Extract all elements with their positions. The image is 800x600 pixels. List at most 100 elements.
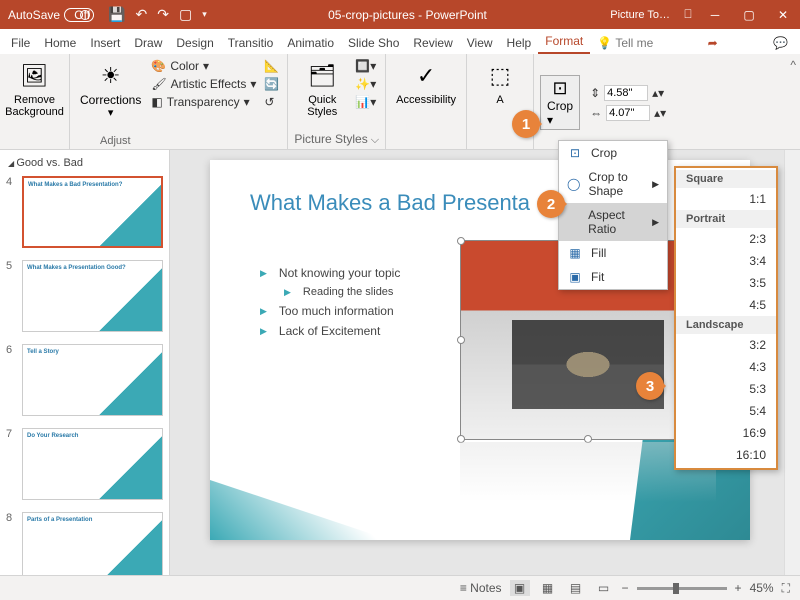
normal-view-icon[interactable]: ▣ bbox=[510, 580, 530, 596]
corrections-button[interactable]: ☀ Corrections▾ bbox=[76, 58, 145, 121]
contextual-tab-label[interactable]: Picture To… bbox=[602, 6, 678, 24]
menu-crop[interactable]: ⊡Crop bbox=[559, 141, 667, 165]
menu-crop-to-shape[interactable]: ◯Crop to Shape▶ bbox=[559, 165, 667, 203]
crop-dropdown-menu: ⊡Crop ◯Crop to Shape▶ Aspect Ratio▶ ▦Fil… bbox=[558, 140, 668, 290]
thumbnail-6[interactable]: 6Tell a Story bbox=[6, 344, 163, 416]
aspect-16-10[interactable]: 16:10 bbox=[676, 444, 776, 466]
redo-icon[interactable]: ↷ bbox=[157, 6, 169, 23]
menu-fit[interactable]: ▣Fit bbox=[559, 265, 667, 289]
aspect-16-9[interactable]: 16:9 bbox=[676, 422, 776, 444]
aspect-1-1[interactable]: 1:1 bbox=[676, 188, 776, 210]
tab-insert[interactable]: Insert bbox=[83, 32, 127, 54]
reading-view-icon[interactable]: ▤ bbox=[566, 580, 586, 596]
slide-thumbnails-pane[interactable]: Good vs. Bad 4What Makes a Bad Presentat… bbox=[0, 150, 170, 575]
document-title: 05-crop-pictures - PowerPoint bbox=[213, 8, 603, 22]
autosave-toggle[interactable]: AutoSave Off bbox=[0, 8, 102, 22]
resize-handle[interactable] bbox=[457, 336, 465, 344]
collapse-ribbon-icon[interactable]: ^ bbox=[790, 58, 796, 72]
start-show-icon[interactable]: ▢ bbox=[179, 6, 192, 23]
close-button[interactable]: ✕ bbox=[766, 0, 800, 29]
thumbnail-8[interactable]: 8Parts of a Presentation bbox=[6, 512, 163, 575]
aspect-3-5[interactable]: 3:5 bbox=[676, 272, 776, 294]
tab-format[interactable]: Format bbox=[538, 30, 590, 54]
zoom-level[interactable]: 45% bbox=[750, 581, 774, 595]
thumbnail-7[interactable]: 7Do Your Research bbox=[6, 428, 163, 500]
tab-review[interactable]: Review bbox=[406, 32, 459, 54]
group-label-picture-styles: Picture Styles ⌵ bbox=[294, 132, 379, 147]
height-icon: ⇕ bbox=[590, 86, 600, 100]
aspect-3-4[interactable]: 3:4 bbox=[676, 250, 776, 272]
slide-title[interactable]: What Makes a Bad Presenta bbox=[250, 190, 530, 216]
ribbon-options-icon[interactable]: ⎕ bbox=[678, 7, 698, 22]
minimize-button[interactable]: ─ bbox=[698, 0, 732, 29]
aspect-4-3[interactable]: 4:3 bbox=[676, 356, 776, 378]
compress-icon[interactable]: 📐 bbox=[262, 58, 281, 74]
quick-styles-button[interactable]: 🗂 Quick Styles bbox=[295, 58, 349, 120]
arrange-button[interactable]: ⬚ A bbox=[473, 58, 527, 108]
aspect-5-3[interactable]: 5:3 bbox=[676, 378, 776, 400]
status-bar: ≡ Notes ▣ ▦ ▤ ▭ − + 45% ⛶ bbox=[0, 575, 800, 600]
save-icon[interactable]: 💾 bbox=[108, 6, 125, 23]
tab-transitions[interactable]: Transitio bbox=[221, 32, 281, 54]
tell-me-search[interactable]: 💡 Tell me bbox=[590, 32, 660, 54]
thumbnail-4[interactable]: 4What Makes a Bad Presentation? bbox=[6, 176, 163, 248]
comments-button[interactable]: 💬 bbox=[765, 32, 796, 54]
corrections-icon: ☀ bbox=[95, 60, 127, 92]
crop-icon: ⊡ bbox=[567, 146, 583, 160]
window-controls: ─ ▢ ✕ bbox=[698, 0, 800, 29]
slide: What Makes a Bad Presenta Not knowing yo… bbox=[210, 160, 750, 540]
vertical-scrollbar[interactable] bbox=[784, 150, 800, 575]
quick-styles-icon: 🗂 bbox=[306, 60, 338, 92]
menu-fill[interactable]: ▦Fill bbox=[559, 241, 667, 265]
accessibility-button[interactable]: ✓ Accessibility bbox=[392, 58, 460, 108]
submenu-header-portrait: Portrait bbox=[676, 210, 776, 228]
section-header[interactable]: Good vs. Bad bbox=[0, 154, 169, 172]
artistic-effects-button[interactable]: 🖌Artistic Effects ▾ bbox=[149, 76, 258, 92]
tab-file[interactable]: File bbox=[4, 32, 37, 54]
fill-icon: ▦ bbox=[567, 246, 583, 260]
tab-help[interactable]: Help bbox=[500, 32, 539, 54]
tab-view[interactable]: View bbox=[460, 32, 500, 54]
color-icon: 🎨 bbox=[151, 59, 166, 73]
sorter-view-icon[interactable]: ▦ bbox=[538, 580, 558, 596]
slideshow-view-icon[interactable]: ▭ bbox=[594, 580, 614, 596]
picture-effects-icon[interactable]: ✨▾ bbox=[353, 76, 378, 92]
bullet-item: Not knowing your topic bbox=[260, 266, 400, 280]
color-button[interactable]: 🎨Color ▾ bbox=[149, 58, 258, 74]
remove-background-button[interactable]: 🖼 Remove Background bbox=[1, 58, 68, 120]
fit-window-icon[interactable]: ⛶ bbox=[782, 581, 790, 596]
resize-handle[interactable] bbox=[457, 237, 465, 245]
submenu-header-landscape: Landscape bbox=[676, 316, 776, 334]
width-input[interactable]: ⇔▴▾ bbox=[588, 104, 668, 122]
height-input[interactable]: ⇕▴▾ bbox=[588, 84, 668, 102]
aspect-2-3[interactable]: 2:3 bbox=[676, 228, 776, 250]
transparency-button[interactable]: ◧Transparency ▾ bbox=[149, 94, 258, 110]
notes-button[interactable]: ≡ Notes bbox=[460, 581, 502, 595]
aspect-ratio-submenu: Square 1:1 Portrait 2:3 3:4 3:5 4:5 Land… bbox=[674, 166, 778, 470]
zoom-in-icon[interactable]: + bbox=[735, 581, 742, 595]
menu-aspect-ratio[interactable]: Aspect Ratio▶ bbox=[559, 203, 667, 241]
picture-layout-icon[interactable]: 📊▾ bbox=[353, 94, 378, 110]
share-button[interactable]: ➦ bbox=[700, 32, 726, 54]
aspect-5-4[interactable]: 5:4 bbox=[676, 400, 776, 422]
shape-icon: ◯ bbox=[567, 177, 580, 191]
thumbnail-5[interactable]: 5What Makes a Presentation Good? bbox=[6, 260, 163, 332]
zoom-out-icon[interactable]: − bbox=[622, 581, 629, 595]
aspect-4-5[interactable]: 4:5 bbox=[676, 294, 776, 316]
tab-design[interactable]: Design bbox=[169, 32, 220, 54]
tab-draw[interactable]: Draw bbox=[127, 32, 169, 54]
change-picture-icon[interactable]: 🔄 bbox=[262, 76, 281, 92]
slide-body[interactable]: Not knowing your topic Reading the slide… bbox=[260, 260, 400, 344]
tab-animations[interactable]: Animatio bbox=[280, 32, 341, 54]
tab-slideshow[interactable]: Slide Sho bbox=[341, 32, 406, 54]
toggle-off-icon[interactable]: Off bbox=[64, 8, 94, 22]
tab-home[interactable]: Home bbox=[37, 32, 83, 54]
maximize-button[interactable]: ▢ bbox=[732, 0, 766, 29]
picture-border-icon[interactable]: 🔲▾ bbox=[353, 58, 378, 74]
undo-icon[interactable]: ↶ bbox=[135, 6, 147, 23]
qat-more-icon[interactable]: ▾ bbox=[202, 9, 207, 20]
reset-picture-icon[interactable]: ↺ bbox=[262, 94, 281, 110]
aspect-3-2[interactable]: 3:2 bbox=[676, 334, 776, 356]
ribbon: 🖼 Remove Background ☀ Corrections▾ 🎨Colo… bbox=[0, 54, 800, 150]
zoom-slider[interactable] bbox=[637, 587, 727, 590]
